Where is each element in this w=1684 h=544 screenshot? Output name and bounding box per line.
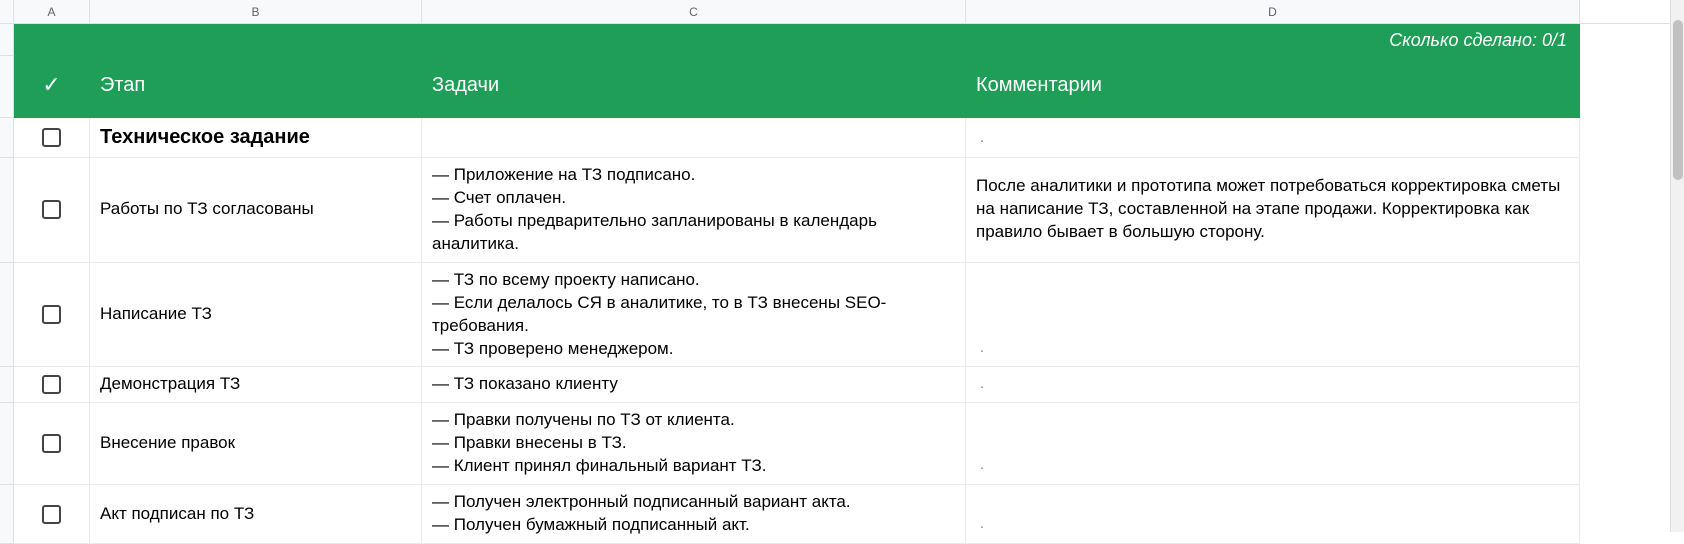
- progress-label: Сколько сделано: 0/1: [1389, 28, 1567, 52]
- table-row: Акт подписан по ТЗ— Получен электронный …: [0, 485, 1684, 544]
- tasks-text: — Получен электронный подписанный вариан…: [432, 491, 851, 537]
- checkbox[interactable]: [42, 200, 61, 219]
- checkbox-cell[interactable]: [14, 263, 90, 368]
- tasks-text: — Правки получены по ТЗ от клиента. — Пр…: [432, 409, 767, 478]
- tasks-cell[interactable]: — Получен электронный подписанный вариан…: [422, 485, 966, 544]
- checkbox[interactable]: [42, 505, 61, 524]
- comments-text: .: [976, 514, 984, 537]
- col-header-b[interactable]: B: [90, 0, 422, 23]
- header-check[interactable]: ✓: [14, 56, 90, 118]
- status-progress[interactable]: Сколько сделано: 0/1: [966, 24, 1580, 56]
- checkbox[interactable]: [42, 128, 61, 147]
- table-row: Внесение правок— Правки получены по ТЗ о…: [0, 403, 1684, 485]
- comments-text: .: [976, 338, 984, 361]
- comments-text: .: [976, 128, 984, 151]
- comments-text: .: [976, 455, 984, 478]
- stage-cell[interactable]: Техническое задание: [90, 118, 422, 158]
- row-gutter[interactable]: [0, 56, 14, 118]
- row-gutter[interactable]: [0, 367, 14, 403]
- corner-stub[interactable]: [0, 0, 14, 23]
- check-icon: ✓: [42, 70, 60, 100]
- tasks-cell[interactable]: — ТЗ показано клиенту: [422, 367, 966, 403]
- comments-cell[interactable]: .: [966, 403, 1580, 485]
- checkbox-cell[interactable]: [14, 403, 90, 485]
- rows-container: Сколько сделано: 0/1 ✓ Этап Задачи Комме…: [0, 24, 1684, 544]
- table-row: Написание ТЗ— ТЗ по всему проекту написа…: [0, 263, 1684, 368]
- table-header-row: ✓ Этап Задачи Комментарии: [0, 56, 1684, 118]
- header-tasks[interactable]: Задачи: [422, 56, 966, 118]
- checkbox-cell[interactable]: [14, 158, 90, 263]
- row-gutter[interactable]: [0, 263, 14, 368]
- status-cell-a[interactable]: [14, 24, 90, 56]
- scrollbar-thumb[interactable]: [1673, 20, 1683, 180]
- tasks-cell[interactable]: [422, 118, 966, 158]
- comments-cell[interactable]: .: [966, 263, 1580, 368]
- comments-cell[interactable]: После аналитики и прототипа может потреб…: [966, 158, 1580, 263]
- row-gutter[interactable]: [0, 118, 14, 158]
- comments-text: После аналитики и прототипа может потреб…: [976, 175, 1569, 244]
- tasks-text: — ТЗ показано клиенту: [432, 373, 618, 396]
- checkbox-cell[interactable]: [14, 118, 90, 158]
- stage-cell[interactable]: Акт подписан по ТЗ: [90, 485, 422, 544]
- col-header-c[interactable]: C: [422, 0, 966, 23]
- row-gutter[interactable]: [0, 24, 14, 56]
- table-row: Техническое задание.: [0, 118, 1684, 158]
- tasks-text: — ТЗ по всему проекту написано. — Если д…: [432, 269, 955, 361]
- checkbox[interactable]: [42, 305, 61, 324]
- col-header-a[interactable]: A: [14, 0, 90, 23]
- tasks-cell[interactable]: — ТЗ по всему проекту написано. — Если д…: [422, 263, 966, 368]
- status-cell-b[interactable]: [90, 24, 422, 56]
- row-gutter[interactable]: [0, 485, 14, 544]
- status-row: Сколько сделано: 0/1: [0, 24, 1684, 56]
- checkbox[interactable]: [42, 434, 61, 453]
- comments-cell[interactable]: .: [966, 485, 1580, 544]
- comments-text: .: [976, 374, 984, 397]
- checkbox-cell[interactable]: [14, 367, 90, 403]
- table-row: Демонстрация ТЗ — ТЗ показано клиенту.: [0, 367, 1684, 403]
- checkbox-cell[interactable]: [14, 485, 90, 544]
- stage-cell[interactable]: Написание ТЗ: [90, 263, 422, 368]
- table-row: Работы по ТЗ согласованы— Приложение на …: [0, 158, 1684, 263]
- stage-cell[interactable]: Демонстрация ТЗ: [90, 367, 422, 403]
- header-comments[interactable]: Комментарии: [966, 56, 1580, 118]
- col-header-d[interactable]: D: [966, 0, 1580, 23]
- stage-cell[interactable]: Внесение правок: [90, 403, 422, 485]
- checkbox[interactable]: [42, 375, 61, 394]
- status-cell-c[interactable]: [422, 24, 966, 56]
- stage-cell[interactable]: Работы по ТЗ согласованы: [90, 158, 422, 263]
- tasks-text: — Приложение на ТЗ подписано. — Счет опл…: [432, 164, 955, 256]
- row-gutter[interactable]: [0, 403, 14, 485]
- comments-cell[interactable]: .: [966, 118, 1580, 158]
- tasks-cell[interactable]: — Приложение на ТЗ подписано. — Счет опл…: [422, 158, 966, 263]
- row-gutter[interactable]: [0, 158, 14, 263]
- header-stage[interactable]: Этап: [90, 56, 422, 118]
- column-headers: A B C D: [0, 0, 1684, 24]
- spreadsheet: A B C D Сколько сделано: 0/1 ✓ Этап Зада…: [0, 0, 1684, 544]
- vertical-scrollbar[interactable]: [1670, 0, 1684, 532]
- tasks-cell[interactable]: — Правки получены по ТЗ от клиента. — Пр…: [422, 403, 966, 485]
- comments-cell[interactable]: .: [966, 367, 1580, 403]
